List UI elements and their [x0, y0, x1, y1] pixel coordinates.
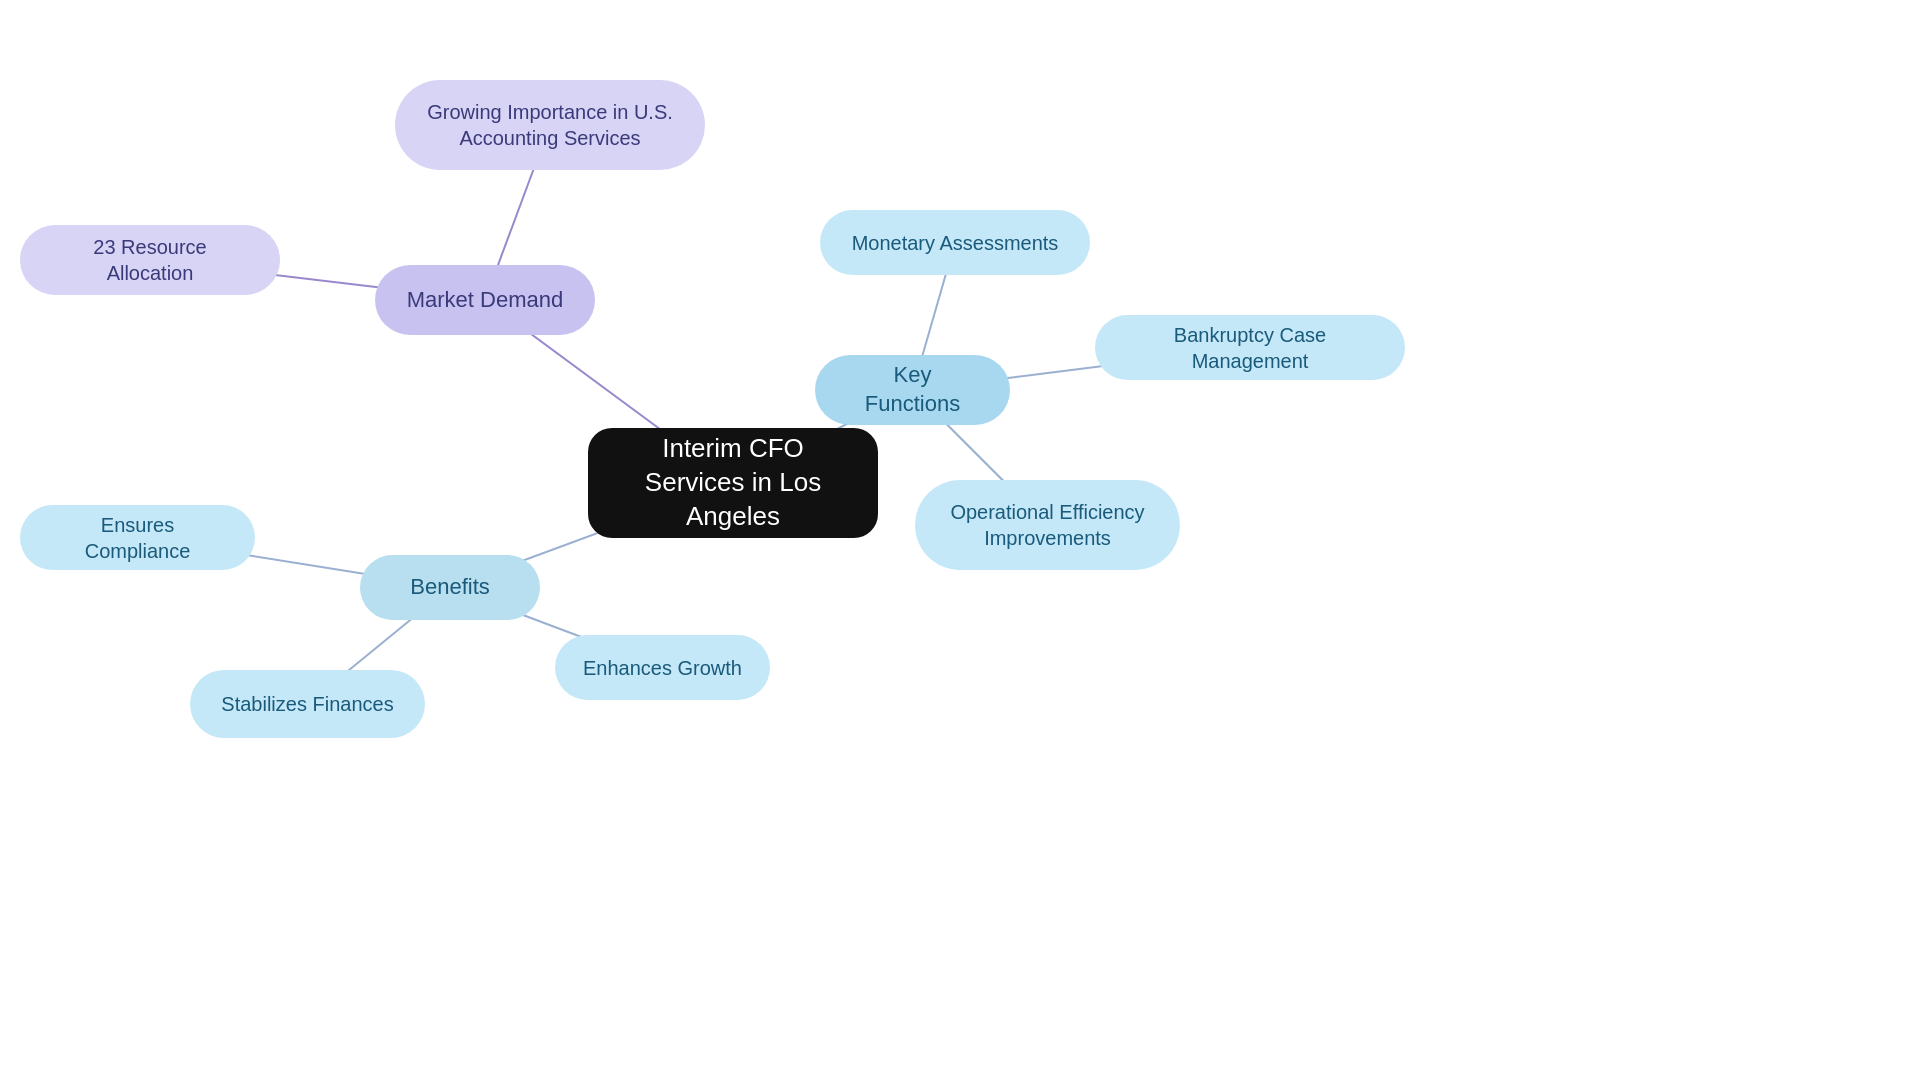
key-functions-label: Key Functions — [843, 361, 982, 418]
growing-importance-node: Growing Importance in U.S. Accounting Se… — [395, 80, 705, 170]
stabilizes-finances-label: Stabilizes Finances — [221, 691, 393, 717]
growing-importance-label: Growing Importance in U.S. Accounting Se… — [423, 99, 677, 151]
monetary-assessments-label: Monetary Assessments — [852, 230, 1059, 256]
market-demand-label: Market Demand — [407, 286, 564, 315]
enhances-growth-label: Enhances Growth — [583, 655, 742, 681]
benefits-node: Benefits — [360, 555, 540, 620]
key-functions-node: Key Functions — [815, 355, 1010, 425]
bankruptcy-case-label: Bankruptcy Case Management — [1123, 322, 1377, 374]
enhances-growth-node: Enhances Growth — [555, 635, 770, 700]
resource-allocation-node: 23 Resource Allocation — [20, 225, 280, 295]
center-label: Interim CFO Services in Los Angeles — [616, 432, 850, 533]
stabilizes-finances-node: Stabilizes Finances — [190, 670, 425, 738]
ensures-compliance-label: Ensures Compliance — [48, 512, 227, 564]
operational-efficiency-label: Operational Efficiency Improvements — [943, 499, 1152, 551]
benefits-label: Benefits — [410, 573, 490, 602]
center-node: Interim CFO Services in Los Angeles — [588, 428, 878, 538]
ensures-compliance-node: Ensures Compliance — [20, 505, 255, 570]
resource-allocation-label: 23 Resource Allocation — [48, 234, 252, 286]
operational-efficiency-node: Operational Efficiency Improvements — [915, 480, 1180, 570]
bankruptcy-case-node: Bankruptcy Case Management — [1095, 315, 1405, 380]
market-demand-node: Market Demand — [375, 265, 595, 335]
monetary-assessments-node: Monetary Assessments — [820, 210, 1090, 275]
